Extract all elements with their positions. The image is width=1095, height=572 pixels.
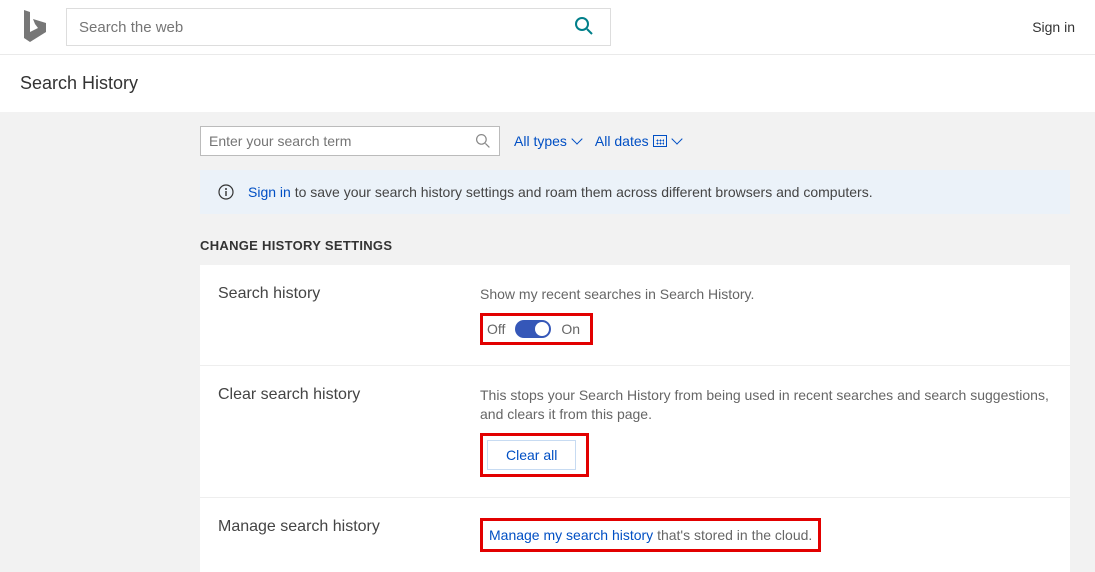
page-title: Search History (20, 73, 1075, 94)
subheader: Search History (0, 55, 1095, 112)
search-icon (574, 16, 594, 36)
info-icon (218, 184, 234, 200)
search-input[interactable] (79, 19, 570, 36)
chevron-down-icon (671, 133, 682, 144)
history-search-input[interactable] (209, 133, 475, 149)
main-search-box (66, 8, 611, 46)
calendar-icon (653, 135, 667, 147)
info-banner: Sign in to save your search history sett… (200, 170, 1070, 214)
annotation-highlight: Off On (480, 313, 593, 345)
info-message: to save your search history settings and… (291, 184, 873, 200)
setting-description: This stops your Search History from bein… (480, 386, 1070, 425)
toggle-control: Off On (487, 320, 580, 338)
header: Sign in (0, 0, 1095, 55)
main-content: All types All dates Sign in to save your… (0, 112, 1095, 572)
settings-section: CHANGE HISTORY SETTINGS Search history S… (200, 238, 1070, 572)
info-text: Sign in to save your search history sett… (248, 184, 873, 200)
history-toolbar: All types All dates (0, 112, 1095, 170)
search-button[interactable] (570, 12, 598, 43)
setting-body: This stops your Search History from bein… (480, 386, 1070, 477)
setting-body: Show my recent searches in Search Histor… (480, 285, 1070, 345)
filter-type-label: All types (514, 133, 567, 149)
history-search-box (200, 126, 500, 156)
sign-in-link[interactable]: Sign in (1032, 19, 1075, 35)
annotation-highlight: Clear all (480, 433, 589, 477)
setting-label: Search history (218, 285, 480, 345)
toggle-off-label: Off (487, 321, 505, 337)
filter-date-dropdown[interactable]: All dates (595, 133, 681, 149)
chevron-down-icon (571, 133, 582, 144)
sign-in-link[interactable]: Sign in (248, 184, 291, 200)
filter-type-dropdown[interactable]: All types (514, 133, 581, 149)
toggle-knob (535, 322, 549, 336)
setting-row-search-history: Search history Show my recent searches i… (200, 265, 1070, 366)
settings-heading: CHANGE HISTORY SETTINGS (200, 238, 1070, 253)
search-icon[interactable] (475, 133, 491, 149)
setting-label: Clear search history (218, 386, 480, 477)
settings-panel: Search history Show my recent searches i… (200, 265, 1070, 572)
bing-logo[interactable] (20, 10, 46, 45)
filter-date-label: All dates (595, 133, 649, 149)
setting-row-clear-history: Clear search history This stops your Sea… (200, 366, 1070, 498)
history-toggle[interactable] (515, 320, 551, 338)
clear-all-button[interactable]: Clear all (487, 440, 576, 470)
toggle-on-label: On (561, 321, 580, 337)
setting-description: Show my recent searches in Search Histor… (480, 285, 1070, 305)
